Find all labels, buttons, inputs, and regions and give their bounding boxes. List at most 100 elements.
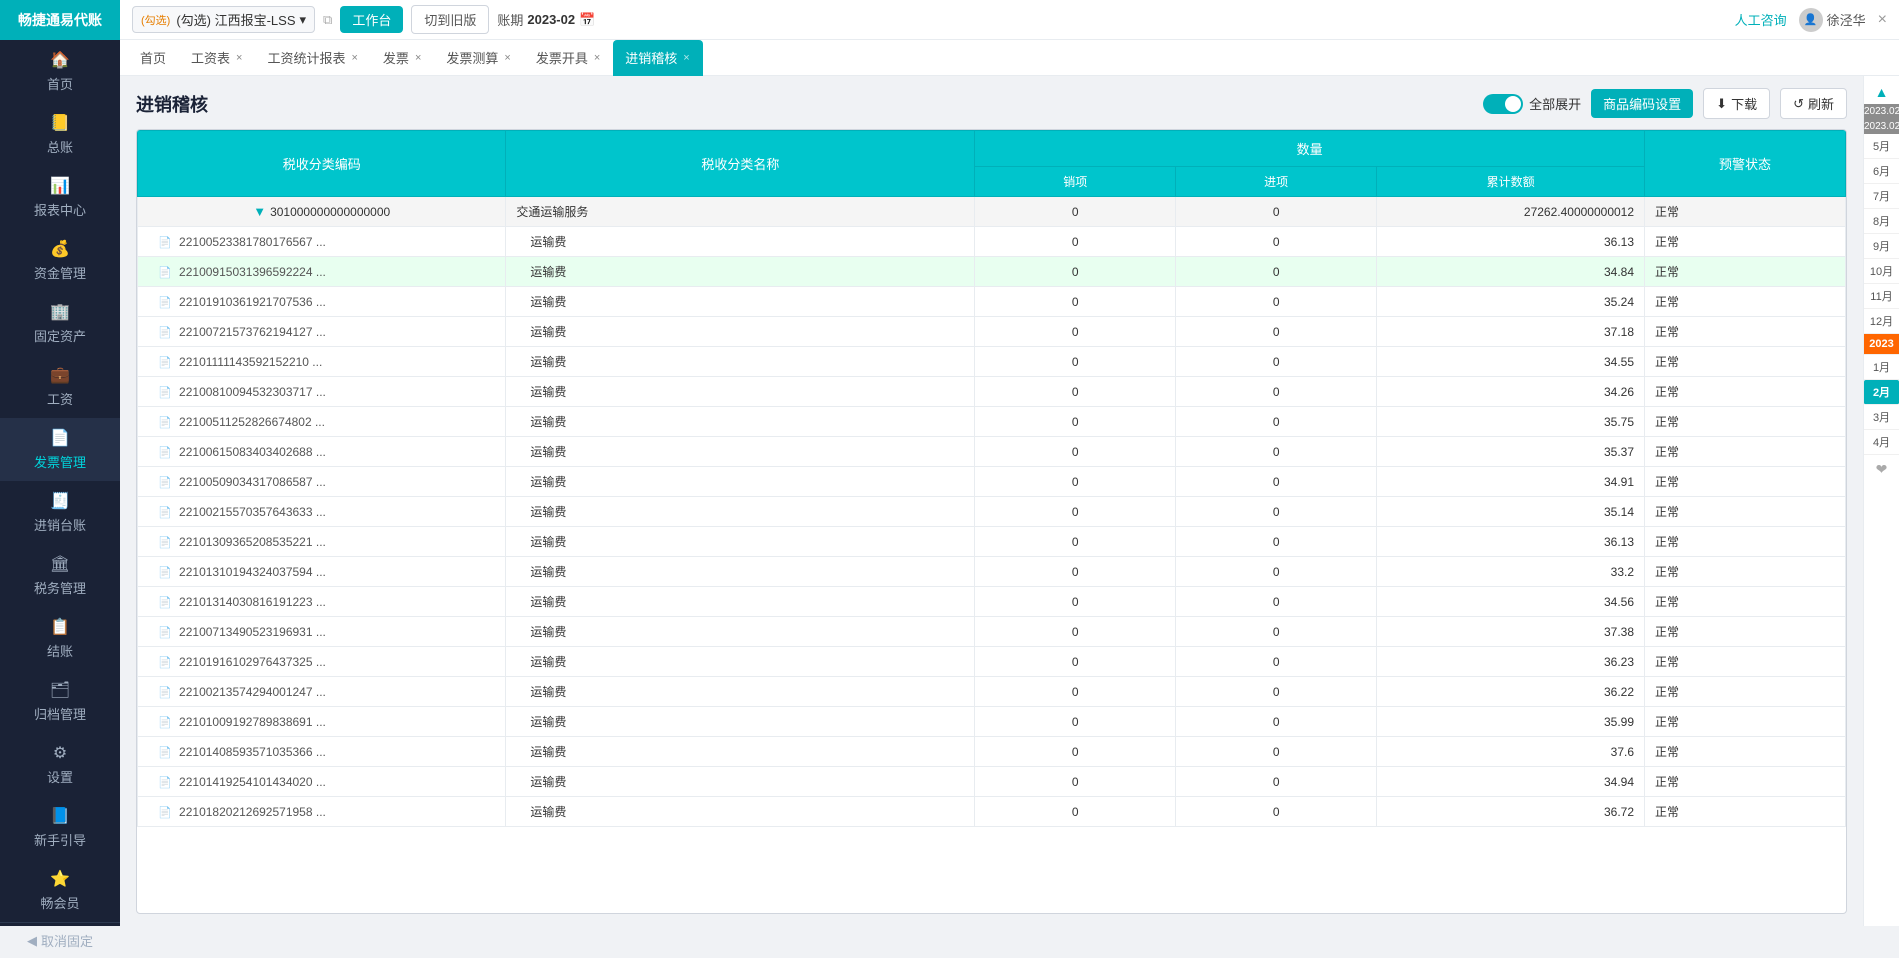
- table-row: 📄 22101309365208535221 ... 运输费 0 0 36.13…: [138, 527, 1846, 557]
- scroll-up-button[interactable]: ▲: [1864, 80, 1899, 104]
- switch-version-button[interactable]: 切到旧版: [411, 5, 489, 34]
- worktable-button[interactable]: 工作台: [340, 6, 403, 33]
- tab-close-icon[interactable]: ×: [236, 52, 242, 64]
- cell-code: 📄 22101310194324037594 ...: [138, 557, 506, 587]
- sidebar-item-invoice[interactable]: 📄 发票管理: [0, 418, 120, 481]
- cell-name: 运输费: [506, 647, 975, 677]
- tab-close-icon[interactable]: ×: [594, 52, 600, 64]
- cell-name: 运输费: [506, 287, 975, 317]
- toggle-switch[interactable]: [1483, 94, 1523, 114]
- cell-cumulative: 34.84: [1377, 257, 1645, 287]
- close-period-icon: 📋: [50, 617, 70, 637]
- user-menu[interactable]: 👤 徐泾华: [1799, 8, 1866, 32]
- cell-purchase: 0: [1176, 647, 1377, 677]
- sidebar-item-reports[interactable]: 📊 报表中心: [0, 166, 120, 229]
- sidebar-item-purchase-ledger[interactable]: 🧾 进销台账: [0, 481, 120, 544]
- month-3[interactable]: 3月: [1864, 405, 1899, 430]
- year-2023-label-1: 2023.02: [1864, 104, 1899, 119]
- month-2[interactable]: 2月: [1864, 380, 1899, 405]
- refresh-button[interactable]: ↺ 刷新: [1780, 88, 1847, 119]
- tab-salary-report[interactable]: 工资统计报表 ×: [255, 40, 370, 76]
- tab-close-icon[interactable]: ×: [351, 52, 357, 64]
- download-icon: ⬇: [1716, 96, 1727, 112]
- month-10[interactable]: 10月: [1864, 259, 1899, 284]
- data-table: 税收分类编码 税收分类名称 数量 预警状态 销项 进项 累计数额: [137, 130, 1846, 827]
- sidebar-item-archive[interactable]: 🗂 归档管理: [0, 670, 120, 733]
- table-row: 📄 22100523381780176567 ... 运输费 0 0 36.13…: [138, 227, 1846, 257]
- month-9[interactable]: 9月: [1864, 234, 1899, 259]
- sidebar-item-close-period[interactable]: 📋 结账: [0, 607, 120, 670]
- sidebar-item-member[interactable]: ⭐ 畅会员: [0, 859, 120, 922]
- sidebar-item-home[interactable]: 🏠 首页: [0, 40, 120, 103]
- calendar-icon[interactable]: 📅: [579, 12, 595, 28]
- tab-invoice[interactable]: 发票 ×: [371, 40, 434, 76]
- cell-code: 📄 22101314030816191223 ...: [138, 587, 506, 617]
- cell-purchase: 0: [1176, 317, 1377, 347]
- close-button[interactable]: ×: [1878, 11, 1887, 29]
- tab-invoice-calc[interactable]: 发票测算 ×: [434, 40, 523, 76]
- cell-name: 运输费: [506, 437, 975, 467]
- cell-cumulative: 35.99: [1377, 707, 1645, 737]
- tab-invoice-open[interactable]: 发票开具 ×: [524, 40, 613, 76]
- sidebar-item-assets[interactable]: 🏢 固定资产: [0, 292, 120, 355]
- month-8[interactable]: 8月: [1864, 209, 1899, 234]
- avatar: 👤: [1799, 8, 1823, 32]
- col-header-cumulative: 累计数额: [1377, 167, 1645, 197]
- cell-status: 正常: [1645, 197, 1846, 227]
- cell-name: 运输费: [506, 497, 975, 527]
- expand-all-toggle[interactable]: 全部展开: [1483, 94, 1581, 114]
- cell-sales: 0: [975, 227, 1176, 257]
- cell-purchase: 0: [1176, 527, 1377, 557]
- cell-purchase: 0: [1176, 227, 1377, 257]
- tab-close-icon[interactable]: ×: [683, 52, 689, 64]
- cell-name: 运输费: [506, 317, 975, 347]
- cell-status: 正常: [1645, 497, 1846, 527]
- sidebar-item-settings[interactable]: ⚙ 设置: [0, 733, 120, 796]
- month-4[interactable]: 4月: [1864, 430, 1899, 455]
- tab-close-icon[interactable]: ×: [504, 52, 510, 64]
- month-7[interactable]: 7月: [1864, 184, 1899, 209]
- month-11[interactable]: 11月: [1864, 284, 1899, 309]
- table-row: 📄 22100213574294001247 ... 运输费 0 0 36.22…: [138, 677, 1846, 707]
- download-button[interactable]: ⬇ 下载: [1703, 88, 1770, 119]
- cell-purchase: 0: [1176, 377, 1377, 407]
- cell-code: ▼301000000000000000: [138, 197, 506, 227]
- cell-name: 运输费: [506, 677, 975, 707]
- copy-icon[interactable]: ⧉: [323, 12, 332, 28]
- invoice-icon: 📄: [50, 428, 70, 448]
- cell-cumulative: 34.55: [1377, 347, 1645, 377]
- table-row: 📄 22101419254101434020 ... 运输费 0 0 34.94…: [138, 767, 1846, 797]
- support-label[interactable]: 人工咨询: [1735, 10, 1787, 29]
- sidebar-item-guide[interactable]: 📘 新手引导: [0, 796, 120, 859]
- cell-code: 📄 22101309365208535221 ...: [138, 527, 506, 557]
- month-12[interactable]: 12月: [1864, 309, 1899, 334]
- sidebar-item-label: 税务管理: [34, 578, 86, 597]
- sidebar-item-tax[interactable]: 🏛 税务管理: [0, 544, 120, 607]
- cell-status: 正常: [1645, 557, 1846, 587]
- tab-salary-table[interactable]: 工资表 ×: [179, 40, 255, 76]
- sidebar-item-ledger[interactable]: 📒 总账: [0, 103, 120, 166]
- tab-home[interactable]: 首页: [128, 40, 179, 76]
- cell-status: 正常: [1645, 287, 1846, 317]
- cell-sales: 0: [975, 317, 1176, 347]
- panel-collapse-icon[interactable]: ❤: [1864, 455, 1899, 484]
- purchase-ledger-icon: 🧾: [50, 491, 70, 511]
- cell-sales: 0: [975, 797, 1176, 827]
- month-1[interactable]: 1月: [1864, 355, 1899, 380]
- cell-name: 运输费: [506, 467, 975, 497]
- unpin-button[interactable]: ◀ 取消固定: [0, 922, 120, 958]
- tab-purchase-check[interactable]: 进销稽核 ×: [613, 40, 702, 76]
- ledger-icon: 📒: [50, 113, 70, 133]
- product-code-setting-button[interactable]: 商品编码设置: [1591, 89, 1693, 118]
- topbar-right: 人工咨询 👤 徐泾华 ×: [1735, 8, 1887, 32]
- sidebar-item-salary[interactable]: 💼 工资: [0, 355, 120, 418]
- month-5[interactable]: 5月: [1864, 134, 1899, 159]
- right-panel: ▲ 2023.02 2023.02 5月 6月 7月 8月 9月 10月 11月…: [1863, 76, 1899, 926]
- cell-code: 📄 22100615083403402688 ...: [138, 437, 506, 467]
- cell-status: 正常: [1645, 737, 1846, 767]
- tabbar: 首页 工资表 × 工资统计报表 × 发票 × 发票测算 × 发票开具 × 进销稽…: [120, 40, 1899, 76]
- tab-close-icon[interactable]: ×: [415, 52, 421, 64]
- month-6[interactable]: 6月: [1864, 159, 1899, 184]
- sidebar-item-finance[interactable]: 💰 资金管理: [0, 229, 120, 292]
- company-selector[interactable]: (勾选) (勾选) 江西报宝-LSS ▾: [132, 6, 315, 33]
